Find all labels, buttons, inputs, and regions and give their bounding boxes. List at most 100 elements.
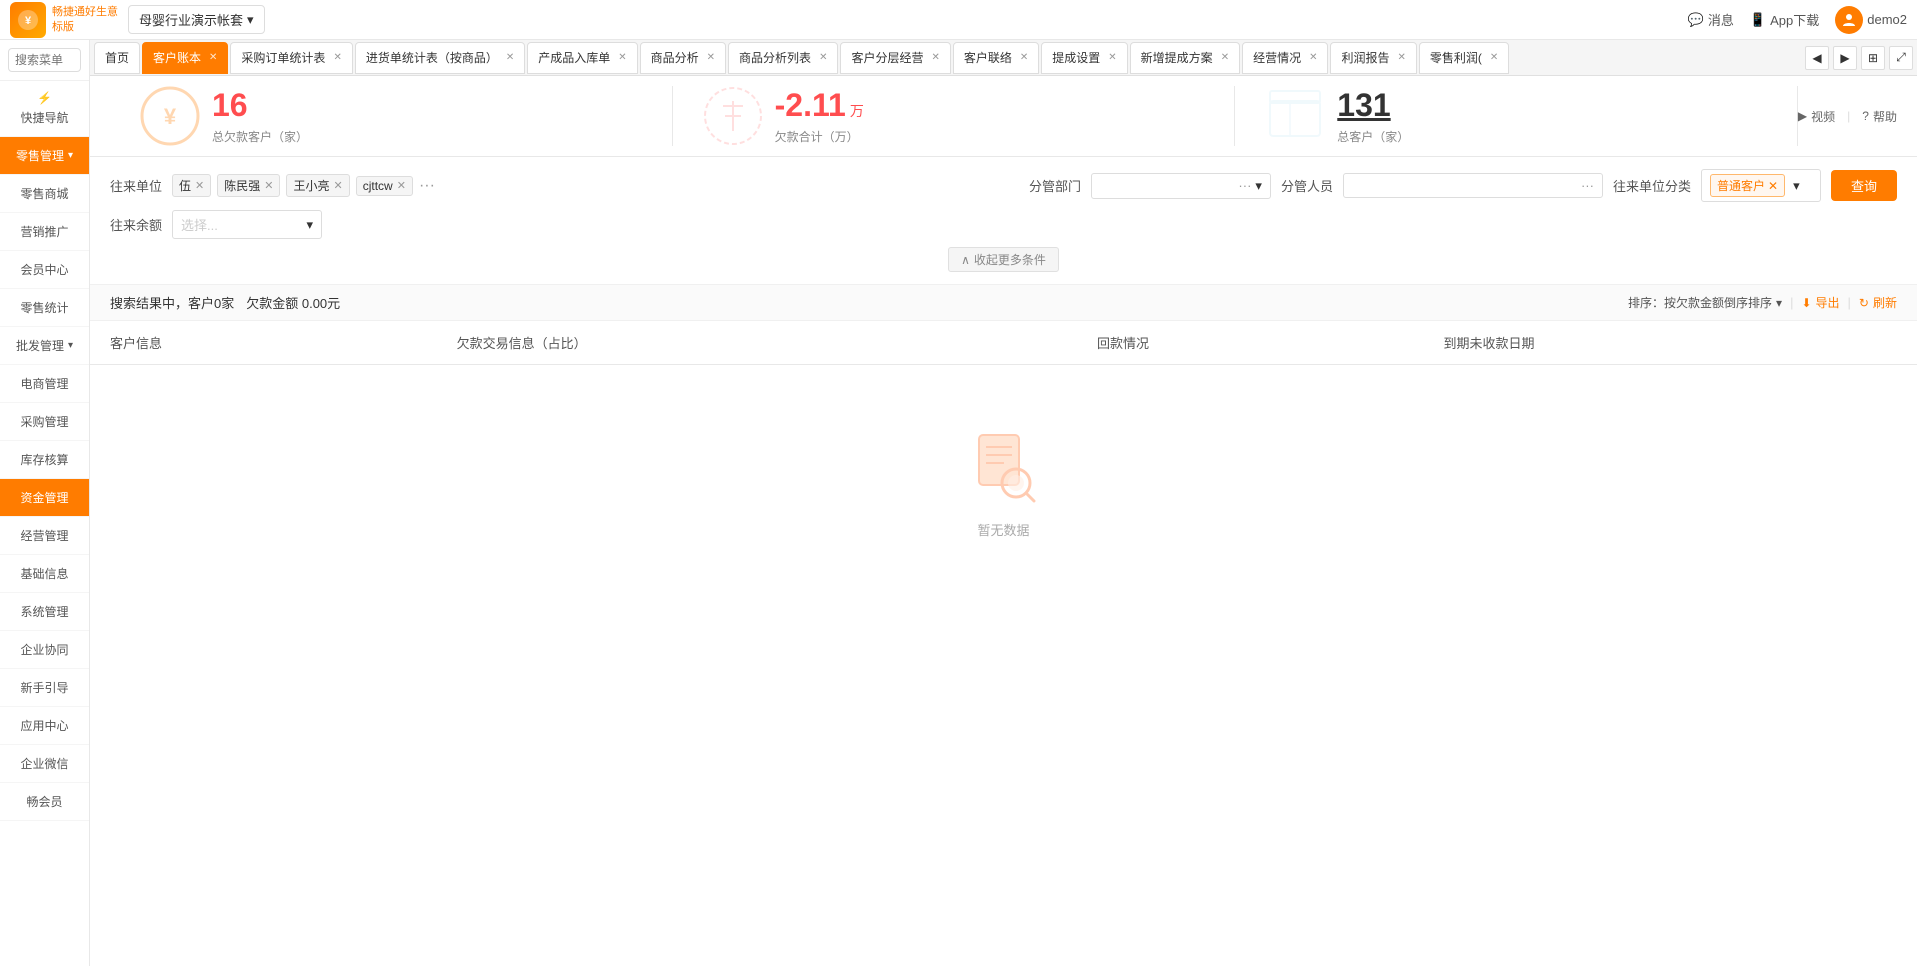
tab-close-icon[interactable]: ✕ [209, 52, 217, 63]
divider-3: | [1848, 295, 1851, 310]
logo-area: ¥ 畅捷通好生意 标版 [10, 2, 118, 38]
export-btn[interactable]: ⬇ 导出 [1801, 294, 1839, 311]
company-selector[interactable]: 母婴行业演示帐套 ▾ [128, 5, 265, 34]
tab-close-icon[interactable]: ✕ [707, 52, 715, 63]
app-download-btn[interactable]: 📱 App下载 [1750, 10, 1819, 29]
more-options-icon: ··· [1238, 178, 1251, 193]
tab-profit-report[interactable]: 利润报告 ✕ [1330, 42, 1416, 74]
tab-close-icon[interactable]: ✕ [1309, 52, 1317, 63]
sidebar-item-enterprise-collab[interactable]: 企业协同 [0, 631, 89, 669]
tab-close-icon[interactable]: ✕ [1490, 52, 1498, 63]
sidebar-item-app-center[interactable]: 应用中心 [0, 707, 89, 745]
sidebar-item-finance-mgmt[interactable]: 资金管理 [0, 479, 89, 517]
sidebar-item-quick-nav[interactable]: ⚡ 快捷导航 [0, 81, 89, 137]
stat-value-debt-customers: 16 [212, 87, 308, 124]
filter-tag-chenminqiang[interactable]: 陈民强 ✕ [217, 174, 280, 197]
help-icon: ? [1862, 109, 1869, 123]
sidebar-item-ecommerce[interactable]: 电商管理 [0, 365, 89, 403]
sidebar-item-wholesale-mgmt[interactable]: 批发管理 ▾ [0, 327, 89, 365]
tab-customer-tier[interactable]: 客户分层经营 ✕ [840, 42, 950, 74]
filter-tag-wangxiaoliang[interactable]: 王小亮 ✕ [286, 174, 349, 197]
tab-close-icon[interactable]: ✕ [506, 52, 514, 63]
remove-category[interactable]: ✕ [1768, 179, 1778, 193]
video-icon: ▶ [1798, 109, 1807, 123]
remove-tag-cjttcw[interactable]: ✕ [397, 179, 406, 192]
search-input[interactable] [8, 48, 81, 72]
sidebar-item-enterprise-wechat[interactable]: 企业微信 [0, 745, 89, 783]
tab-home[interactable]: 首页 [94, 42, 140, 74]
tab-customer-contact[interactable]: 客户联络 ✕ [953, 42, 1039, 74]
dept-select[interactable]: ··· ▾ [1091, 173, 1271, 199]
tab-fullscreen-btn[interactable]: ⤢ [1889, 46, 1913, 70]
filter-tag-wu[interactable]: 伍 ✕ [172, 174, 211, 197]
filter-tag-cjttcw[interactable]: cjttcw ✕ [356, 176, 413, 196]
user-profile[interactable]: demo2 [1835, 6, 1907, 34]
filter-unit-tags: 伍 ✕ 陈民强 ✕ 王小亮 ✕ [172, 174, 1019, 197]
sidebar-item-retail-mall[interactable]: 零售商城 [0, 175, 89, 213]
download-icon: 📱 [1750, 12, 1766, 28]
tab-goods-analysis-list[interactable]: 商品分析列表 ✕ [728, 42, 838, 74]
remainder-select[interactable]: 选择... ▾ [172, 210, 322, 239]
tab-close-icon[interactable]: ✕ [333, 52, 341, 63]
empty-icon [964, 425, 1044, 508]
category-select[interactable]: 普通客户 ✕ ▾ [1701, 169, 1821, 202]
sidebar-item-marketing[interactable]: 营销推广 [0, 213, 89, 251]
sidebar-item-retail-stats[interactable]: 零售统计 [0, 289, 89, 327]
sidebar-item-inventory[interactable]: 库存核算 [0, 441, 89, 479]
tab-goods-inbound[interactable]: 进货单统计表（按商品） ✕ [355, 42, 525, 74]
tab-retail-profit[interactable]: 零售利润( ✕ [1419, 42, 1509, 74]
tab-product-inbound[interactable]: 产成品入库单 ✕ [527, 42, 637, 74]
tab-close-icon[interactable]: ✕ [1020, 52, 1028, 63]
more-tags-btn[interactable]: ··· [419, 177, 435, 195]
sidebar-item-member-center[interactable]: 会员中心 [0, 251, 89, 289]
arrow-icon: ▾ [68, 340, 73, 351]
tab-goods-analysis[interactable]: 商品分析 ✕ [640, 42, 726, 74]
tab-close-icon[interactable]: ✕ [819, 52, 827, 63]
tab-close-icon[interactable]: ✕ [931, 52, 939, 63]
sidebar-item-vip-member[interactable]: 畅会员 [0, 783, 89, 821]
sidebar-item-system-mgmt[interactable]: 系统管理 [0, 593, 89, 631]
manager-select[interactable]: ··· [1343, 173, 1603, 198]
tab-customer-account[interactable]: 客户账本 ✕ [142, 42, 228, 74]
tab-reminder-settings[interactable]: 提成设置 ✕ [1041, 42, 1127, 74]
filter-row-2: 往来余额 选择... ▾ [110, 210, 1897, 239]
stat-numbers-customers: 131 总客户（家） [1337, 87, 1409, 145]
video-btn[interactable]: ▶ 视频 [1798, 108, 1835, 125]
sort-control[interactable]: 排序：按欠款金额倒序排序 ▾ [1628, 294, 1782, 311]
col-customer-info: 客户信息 [90, 321, 437, 365]
search-result-text: 搜索结果中，客户0家 [110, 293, 234, 312]
tab-expand-btn[interactable]: ⊞ [1861, 46, 1885, 70]
tab-close-icon[interactable]: ✕ [1398, 52, 1406, 63]
stat-total-debt-customers: ¥ 16 总欠款客户（家） [110, 86, 673, 146]
sidebar-item-new-user-guide[interactable]: 新手引导 [0, 669, 89, 707]
tab-new-reminder[interactable]: 新增提成方案 ✕ [1130, 42, 1240, 74]
sidebar-item-basic-info[interactable]: 基础信息 [0, 555, 89, 593]
stat-value-debt-total: -2.11 [775, 87, 846, 124]
debt-amount-text: 欠款金额 0.00元 [246, 293, 340, 312]
query-button[interactable]: 查询 [1831, 170, 1897, 201]
avatar [1835, 6, 1863, 34]
sidebar-item-retail-mgmt[interactable]: 零售管理 ▾ [0, 137, 89, 175]
chevron-down-dept: ▾ [1255, 178, 1262, 194]
tab-next-btn[interactable]: ▶ [1833, 46, 1857, 70]
remove-tag-chen[interactable]: ✕ [264, 179, 273, 192]
result-actions: 排序：按欠款金额倒序排序 ▾ | ⬇ 导出 | ↻ 刷新 [1628, 294, 1897, 311]
tab-purchase-order[interactable]: 采购订单统计表 ✕ [230, 42, 352, 74]
sidebar-item-purchase-mgmt[interactable]: 采购管理 [0, 403, 89, 441]
collapse-btn[interactable]: ∧ 收起更多条件 [948, 247, 1059, 272]
tab-prev-btn[interactable]: ◀ [1805, 46, 1829, 70]
export-icon: ⬇ [1801, 296, 1811, 310]
refresh-btn[interactable]: ↻ 刷新 [1859, 294, 1897, 311]
tab-close-icon[interactable]: ✕ [1108, 52, 1116, 63]
filter-category-label: 往来单位分类 [1613, 176, 1691, 195]
tab-close-icon[interactable]: ✕ [1221, 52, 1229, 63]
tab-close-icon[interactable]: ✕ [618, 52, 626, 63]
sidebar: ⚡ 快捷导航 零售管理 ▾ 零售商城 营销推广 会员中心 零售统计 批发管理 ▾ [0, 40, 90, 966]
messages-btn[interactable]: 💬 消息 [1688, 10, 1734, 29]
sidebar-item-operation-mgmt[interactable]: 经营管理 [0, 517, 89, 555]
tab-operation-status[interactable]: 经营情况 ✕ [1242, 42, 1328, 74]
remove-tag-wang[interactable]: ✕ [334, 179, 343, 192]
sort-arrow-icon: ▾ [1776, 296, 1782, 310]
remove-tag-wu[interactable]: ✕ [195, 179, 204, 192]
help-btn[interactable]: ? 帮助 [1862, 108, 1897, 125]
